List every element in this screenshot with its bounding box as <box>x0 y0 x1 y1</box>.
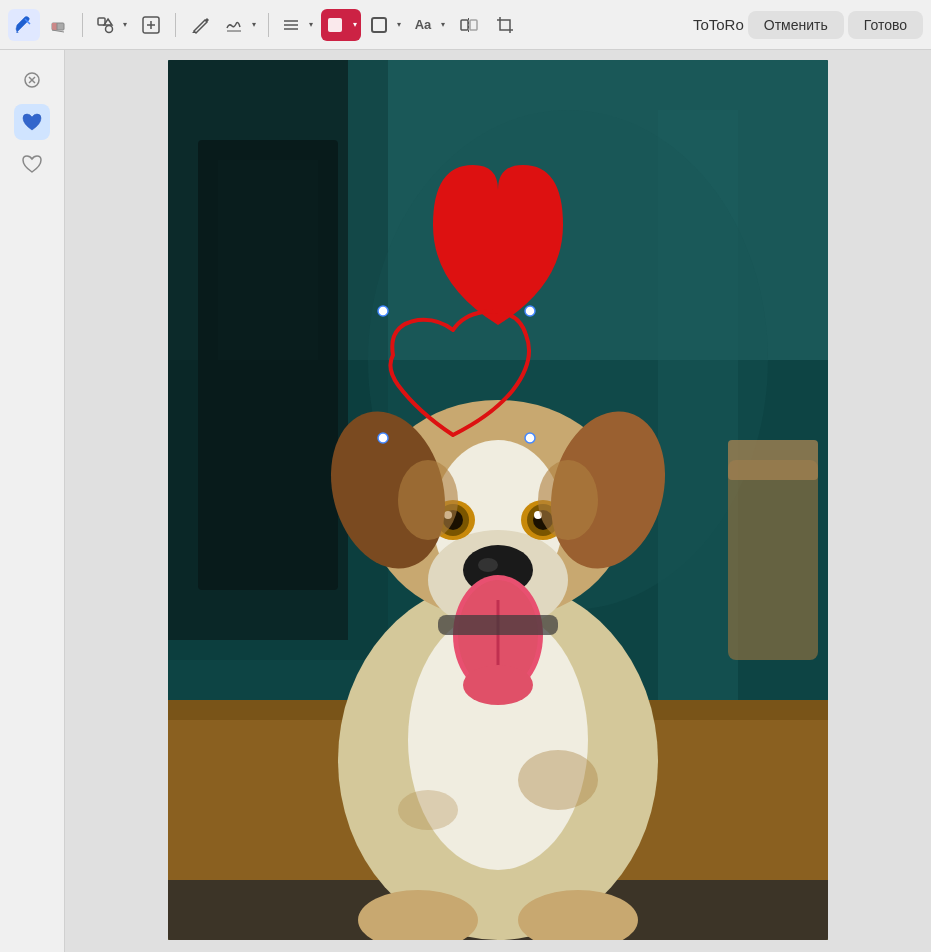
svg-rect-30 <box>728 440 818 480</box>
svg-rect-16 <box>461 20 468 30</box>
border-color-button[interactable]: ▾ <box>365 9 405 41</box>
svg-point-54 <box>398 460 458 540</box>
lines-arrow: ▾ <box>305 9 317 41</box>
filled-heart-sidebar-button[interactable] <box>14 104 50 140</box>
lines-tool-button[interactable]: ▾ <box>277 9 317 41</box>
svg-rect-17 <box>470 20 477 30</box>
sep-2 <box>175 13 176 37</box>
cancel-button[interactable]: Отменить <box>748 11 844 39</box>
signature-tool-button[interactable]: ▾ <box>220 9 260 41</box>
drawing-tools-group <box>8 9 74 41</box>
svg-point-40 <box>478 558 498 572</box>
border-color-icon <box>365 9 393 41</box>
sep-1 <box>82 13 83 37</box>
svg-rect-14 <box>328 18 342 32</box>
close-sidebar-button[interactable] <box>14 62 50 98</box>
svg-rect-29 <box>728 460 818 660</box>
pen-tool-button[interactable] <box>8 9 40 41</box>
svg-point-59 <box>518 750 598 810</box>
done-button[interactable]: Готово <box>848 11 923 39</box>
crop-button[interactable] <box>489 9 521 41</box>
svg-rect-26 <box>218 160 318 360</box>
shapes-tool-button[interactable]: ▾ <box>91 9 131 41</box>
shapes-arrow: ▾ <box>119 9 131 41</box>
svg-point-5 <box>106 25 113 32</box>
svg-rect-56 <box>438 615 558 635</box>
image-canvas[interactable] <box>168 60 828 940</box>
fill-color-icon <box>321 9 349 41</box>
shapes-icon <box>91 9 119 41</box>
signature-arrow: ▾ <box>248 9 260 41</box>
svg-point-51 <box>463 665 533 705</box>
dog-photo <box>168 60 828 940</box>
text-size-icon: Aa <box>409 9 437 41</box>
dog-illustration <box>168 60 828 940</box>
main-content-area <box>65 50 931 952</box>
svg-rect-15 <box>372 18 386 32</box>
outline-heart-sidebar-button[interactable] <box>14 146 50 182</box>
user-name: ToToRo <box>693 16 744 33</box>
text-size-arrow: ▾ <box>437 9 449 41</box>
top-toolbar: ▾ ▾ <box>0 0 931 50</box>
fill-color-arrow: ▾ <box>349 9 361 41</box>
left-sidebar <box>0 50 65 952</box>
fill-color-button[interactable]: ▾ <box>321 9 361 41</box>
svg-point-55 <box>538 460 598 540</box>
svg-point-60 <box>398 790 458 830</box>
svg-rect-1 <box>52 23 57 30</box>
text-size-button[interactable]: Aa ▾ <box>409 9 449 41</box>
pencil-tool-button[interactable] <box>184 9 216 41</box>
sep-3 <box>268 13 269 37</box>
flip-button[interactable] <box>453 9 485 41</box>
eraser-tool-button[interactable] <box>42 9 74 41</box>
border-color-arrow: ▾ <box>393 9 405 41</box>
signature-icon <box>220 9 248 41</box>
lines-icon <box>277 9 305 41</box>
insert-button[interactable] <box>135 9 167 41</box>
